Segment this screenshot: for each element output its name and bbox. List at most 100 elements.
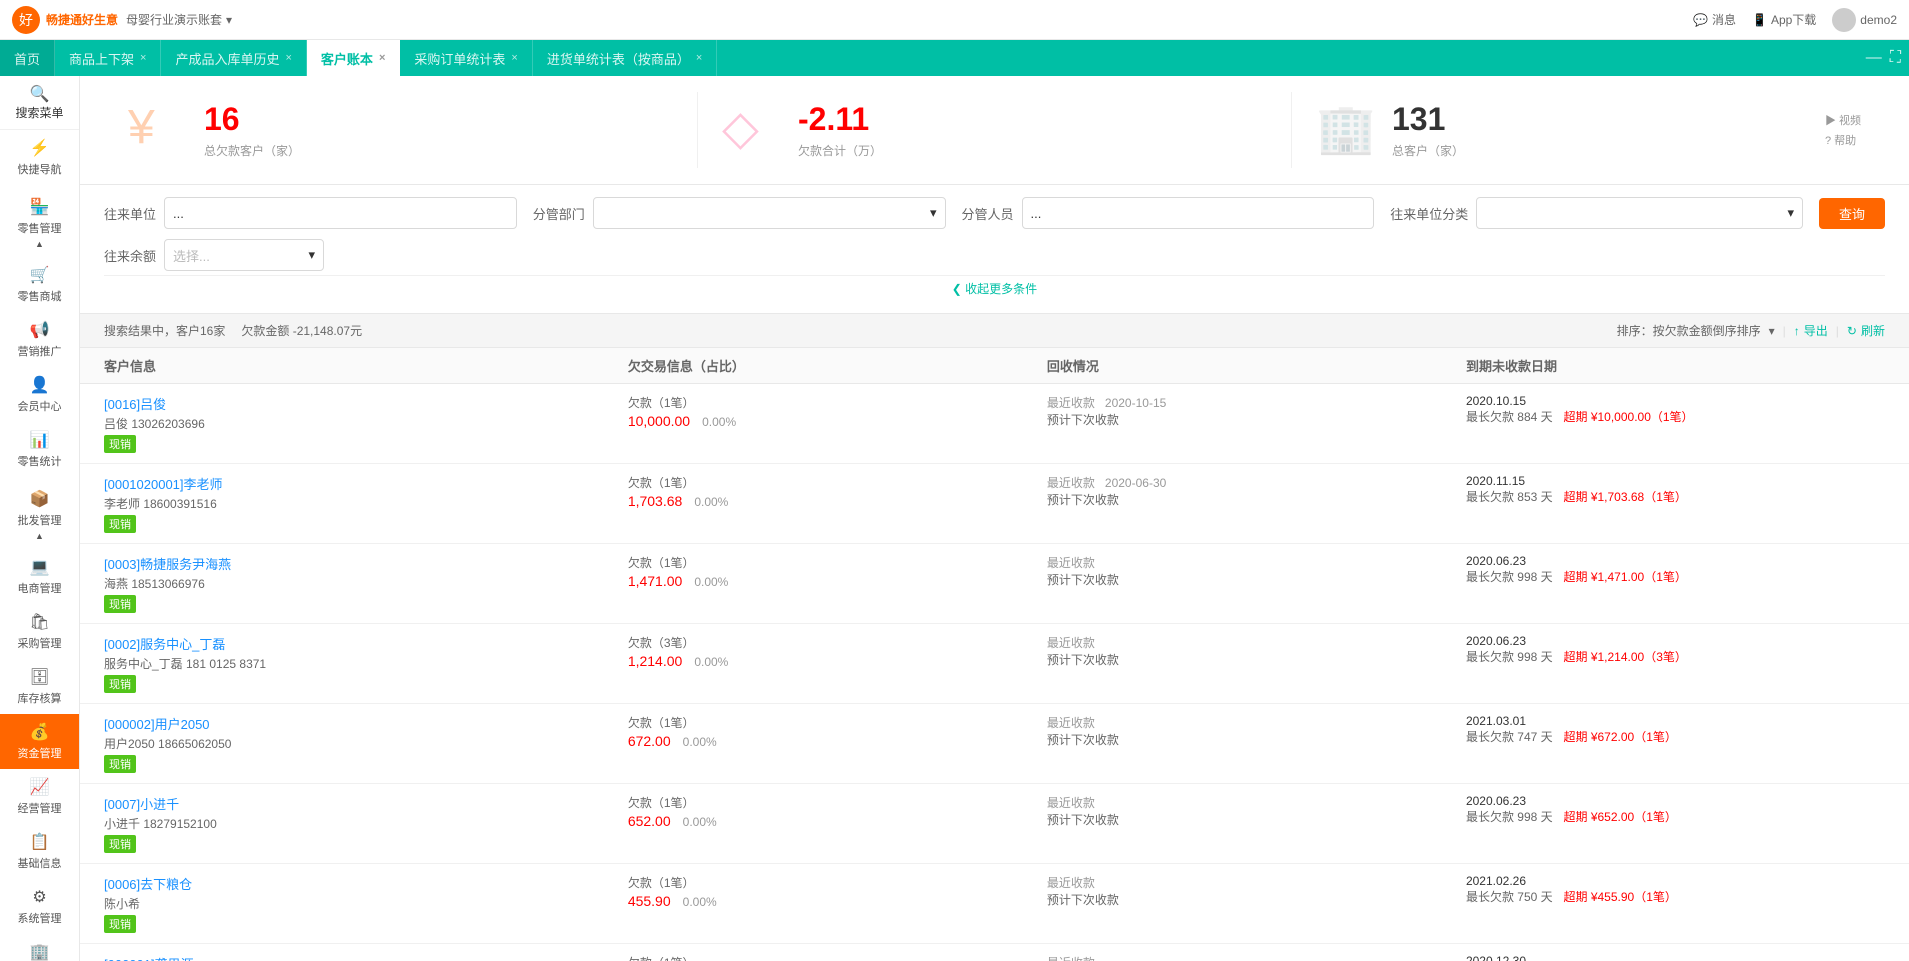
- next-recovery-6: 预计下次收款: [1047, 891, 1466, 908]
- customer-name-4[interactable]: [000002]用户2050: [104, 714, 628, 733]
- sidebar-item-operations[interactable]: 📈 经营管理: [0, 769, 79, 824]
- tab-product-history[interactable]: 产成品入库单历史 ×: [161, 40, 306, 76]
- customer-name-5[interactable]: [0007]小进千: [104, 794, 628, 813]
- mobile-icon: 📱: [1752, 13, 1767, 27]
- dept-select[interactable]: ▾: [593, 197, 946, 229]
- customer-cell-1: [0001020001]李老师 李老师 18600391516 现销: [104, 474, 628, 533]
- username: demo2: [1860, 13, 1897, 27]
- sidebar-system-label: 系统管理: [18, 910, 62, 926]
- debt-amount-4[interactable]: 672.00: [628, 733, 671, 749]
- debt-amount-1[interactable]: 1,703.68: [628, 493, 683, 509]
- refresh-btn[interactable]: ↻ 刷新: [1847, 322, 1885, 339]
- customer-cell-0: [0016]吕俊 吕俊 13026203696 现销: [104, 394, 628, 453]
- help-icon: ?: [1825, 135, 1834, 147]
- retail-stats-icon: 📊: [30, 430, 50, 450]
- debt-amount-3[interactable]: 1,214.00: [628, 653, 683, 669]
- help-btn[interactable]: ? 帮助: [1825, 132, 1861, 148]
- sidebar-search[interactable]: 🔍 搜索菜单: [0, 76, 79, 130]
- customer-phone-0: 吕俊 13026203696: [104, 415, 628, 432]
- sidebar-item-marketing[interactable]: 📢 营销推广: [0, 312, 79, 367]
- customer-name-7[interactable]: [000001]龚思源: [104, 954, 628, 961]
- tab-customer-account[interactable]: 客户账本 ×: [307, 40, 400, 76]
- tab-close-product-shelf[interactable]: ×: [140, 52, 146, 64]
- sidebar-item-retail-stats[interactable]: 📊 零售统计: [0, 422, 79, 477]
- debt-amount-6[interactable]: 455.90: [628, 893, 671, 909]
- customer-name-0[interactable]: [0016]吕俊: [104, 394, 628, 413]
- sidebar-item-inventory[interactable]: 🗄 库存核算: [0, 659, 79, 714]
- filter-person: 分管人员 ...: [962, 197, 1375, 229]
- system-icon: ⚙: [32, 887, 46, 907]
- sidebar-item-enterprise[interactable]: 🏢 企业协同: [0, 934, 79, 961]
- tab-close-purchase-order[interactable]: ×: [511, 52, 517, 64]
- balance-select[interactable]: 选择... ▾: [164, 239, 324, 271]
- tab-close-inventory-stats[interactable]: ×: [696, 52, 702, 64]
- debt-amount-5[interactable]: 652.00: [628, 813, 671, 829]
- data-table: 客户信息 欠交易信息（占比） 回收情况 到期未收款日期 [0016]吕俊 吕俊 …: [80, 348, 1909, 961]
- sidebar-item-purchase[interactable]: 🛍 采购管理: [0, 604, 79, 659]
- collapse-btn[interactable]: ❮ 收起更多条件: [104, 275, 1885, 301]
- sidebar-purchase-label: 采购管理: [18, 635, 62, 651]
- sidebar-item-nav[interactable]: ⚡ 快捷导航: [0, 130, 79, 185]
- result-bar: 搜索结果中，客户16家 欠款金额 -21,148.07元 排序：按欠款金额倒序排…: [80, 314, 1909, 348]
- customer-phone-5: 小进千 18279152100: [104, 815, 628, 832]
- overdue-link-0[interactable]: 超期 ¥10,000.00（1笔）: [1563, 410, 1693, 424]
- overdue-days-0: 最长欠款 884 天: [1466, 410, 1553, 424]
- tab-inventory-stats[interactable]: 进货单统计表（按商品） ×: [533, 40, 717, 76]
- message-btn[interactable]: 💬 消息: [1693, 11, 1736, 28]
- overdue-link-2[interactable]: 超期 ¥1,471.00（1笔）: [1563, 570, 1686, 584]
- debt-amount-2[interactable]: 1,471.00: [628, 573, 683, 589]
- latest-label-1: 最近收款: [1047, 476, 1095, 490]
- recovery-cell-7: 最近收款 预计下次收款: [1047, 954, 1466, 961]
- debt-amount-0[interactable]: 10,000.00: [628, 413, 690, 429]
- debt-percent-5: 0.00%: [683, 815, 717, 829]
- customer-name-1[interactable]: [0001020001]李老师: [104, 474, 628, 493]
- tab-product-shelf[interactable]: 商品上下架 ×: [55, 40, 161, 76]
- app-download-btn[interactable]: 📱 App下载: [1752, 11, 1816, 28]
- query-button[interactable]: 查询: [1819, 198, 1885, 229]
- sidebar-item-member[interactable]: 👤 会员中心: [0, 367, 79, 422]
- customer-name-3[interactable]: [0002]服务中心_丁磊: [104, 634, 628, 653]
- from-unit-input[interactable]: ...: [164, 197, 517, 229]
- person-input[interactable]: ...: [1022, 197, 1375, 229]
- sidebar-item-system[interactable]: ⚙ 系统管理: [0, 879, 79, 934]
- store-selector[interactable]: 母婴行业演示账套 ▾: [126, 11, 232, 28]
- sidebar-item-basic-info[interactable]: 📋 基础信息: [0, 824, 79, 879]
- overdue-link-6[interactable]: 超期 ¥455.90（1笔）: [1563, 890, 1676, 904]
- tab-maximize-btn[interactable]: ⛶: [1890, 49, 1901, 67]
- tab-close-customer-account[interactable]: ×: [379, 52, 385, 64]
- tab-purchase-order[interactable]: 采购订单统计表 ×: [400, 40, 532, 76]
- tab-close-product-history[interactable]: ×: [285, 52, 291, 64]
- tab-home[interactable]: 首页: [0, 40, 55, 76]
- overdue-link-1[interactable]: 超期 ¥1,703.68（1笔）: [1563, 490, 1686, 504]
- tab-minimize-btn[interactable]: —: [1866, 49, 1882, 67]
- customer-name-2[interactable]: [0003]畅捷服务尹海燕: [104, 554, 628, 573]
- overdue-date-0: 2020.10.15: [1466, 394, 1885, 408]
- overdue-link-4[interactable]: 超期 ¥672.00（1笔）: [1563, 730, 1676, 744]
- overdue-link-3[interactable]: 超期 ¥1,214.00（3笔）: [1563, 650, 1686, 664]
- overdue-date-7: 2020.12.30: [1466, 954, 1885, 961]
- debt-percent-0: 0.00%: [702, 415, 736, 429]
- sidebar-item-ecommerce[interactable]: 💻 电商管理: [0, 549, 79, 604]
- overdue-info-3: 最长欠款 998 天 超期 ¥1,214.00（3笔）: [1466, 648, 1885, 665]
- unit-class-select[interactable]: ▾: [1476, 197, 1803, 229]
- overdue-link-5[interactable]: 超期 ¥652.00（1笔）: [1563, 810, 1676, 824]
- latest-label-5: 最近收款: [1047, 796, 1095, 810]
- customer-phone-3: 服务中心_丁磊 181 0125 8371: [104, 655, 628, 672]
- video-btn[interactable]: ▶ 视频: [1825, 112, 1861, 128]
- sidebar-item-retail-mgmt[interactable]: 🏪 零售管理 ▲: [0, 189, 79, 257]
- debt-amount-result-label: 欠款金额 -21,148.07元: [241, 322, 362, 339]
- sidebar-item-finance[interactable]: 💰 资金管理: [0, 714, 79, 769]
- customer-name-6[interactable]: [0006]去下粮仓: [104, 874, 628, 893]
- customer-cell-3: [0002]服务中心_丁磊 服务中心_丁磊 181 0125 8371 现销: [104, 634, 628, 693]
- tab-customer-account-label: 客户账本: [321, 49, 373, 68]
- recovery-cell-5: 最近收款 预计下次收款: [1047, 794, 1466, 828]
- export-btn[interactable]: ↑ 导出: [1794, 322, 1828, 339]
- customer-phone-4: 用户2050 18665062050: [104, 735, 628, 752]
- help-label: 帮助: [1834, 135, 1856, 147]
- customer-tag-1: 现销: [104, 515, 136, 533]
- sidebar-item-batch-mgmt[interactable]: 📦 批发管理 ▲: [0, 481, 79, 549]
- user-menu[interactable]: demo2: [1832, 8, 1897, 32]
- avatar: [1832, 8, 1856, 32]
- sidebar-item-retail-mall[interactable]: 🛒 零售商城: [0, 257, 79, 312]
- tab-product-shelf-label: 商品上下架: [69, 49, 134, 68]
